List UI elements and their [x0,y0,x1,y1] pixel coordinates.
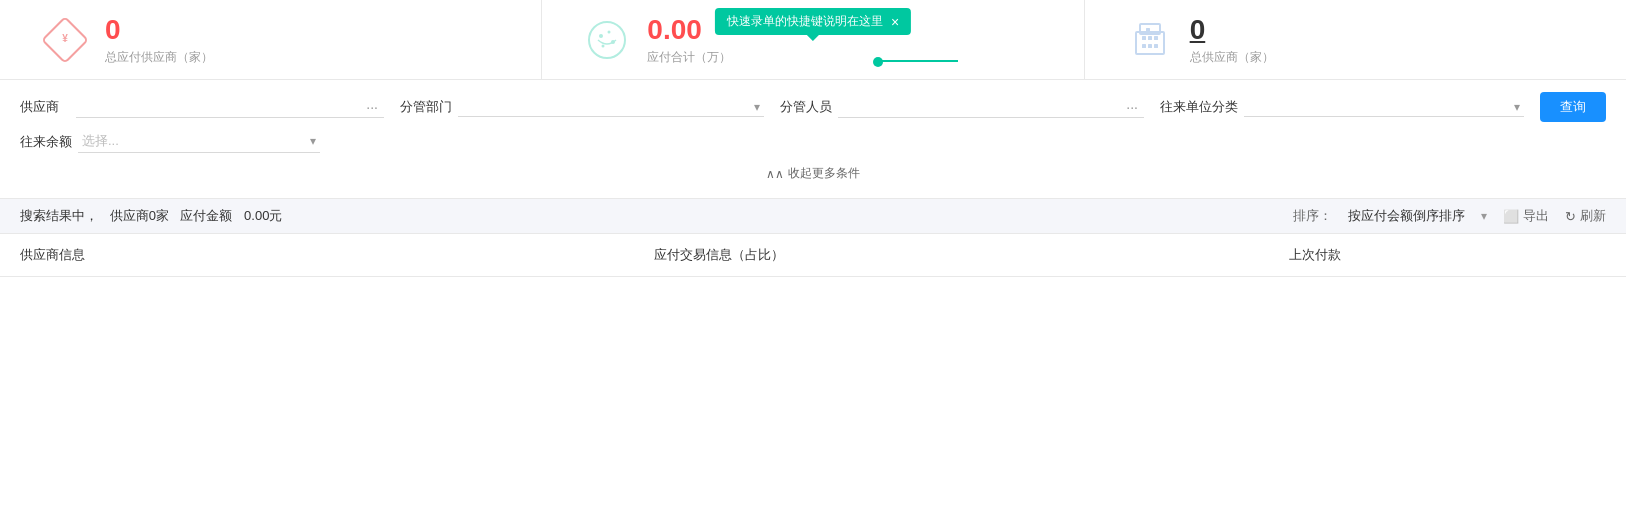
stat-suppliers-payable: ¥ 0 总应付供应商（家） [0,0,542,79]
stats-bar: ¥ 0 总应付供应商（家） 0.00 应付合计（万） 快速录单的快捷键说明在这里 [0,0,1626,80]
refresh-label: 刷新 [1580,207,1606,225]
filter-supplier: 供应商 ··· [20,97,384,118]
category-chevron-icon: ▾ [1514,100,1520,114]
department-chevron-icon: ▾ [754,100,760,114]
table-header: 供应商信息 应付交易信息（占比） 上次付款 [0,234,1626,277]
results-suppliers-count: 供应商0家 [110,208,169,223]
sort-value[interactable]: 按应付会额倒序排序 [1348,207,1465,225]
filter-person: 分管人员 ··· [780,97,1144,118]
tooltip-line [878,60,958,62]
svg-point-3 [599,34,603,38]
stat-total-suppliers: 0 总供应商（家） [1085,0,1626,79]
table-body [0,277,1626,515]
person-more-btn[interactable]: ··· [1124,99,1140,115]
svg-point-6 [602,44,605,47]
stat-number-payable: 0 [105,13,213,47]
supplier-label: 供应商 [20,98,70,116]
category-select-wrap[interactable]: ▾ [1244,98,1524,117]
filter-department: 分管部门 ▾ [400,98,764,117]
svg-rect-10 [1148,36,1152,40]
refresh-icon: ↻ [1565,209,1576,224]
sort-chevron-icon[interactable]: ▾ [1481,209,1487,223]
building-icon [1125,15,1175,65]
collapse-up-icon: ∧∧ [766,167,784,181]
results-amount-value: 0.00元 [244,208,282,223]
svg-rect-12 [1142,44,1146,48]
supplier-input[interactable] [80,99,364,114]
balance-select-wrap[interactable]: 选择... ▾ [78,130,320,153]
person-input-wrap[interactable]: ··· [838,97,1144,118]
stat-number-suppliers: 0 [1190,13,1274,47]
export-btn[interactable]: ⬜ 导出 [1503,207,1549,225]
stat-payable-total: 0.00 应付合计（万） 快速录单的快捷键说明在这里 × [542,0,1084,79]
svg-rect-14 [1154,44,1158,48]
refresh-btn[interactable]: ↻ 刷新 [1565,207,1606,225]
svg-rect-7 [1136,32,1164,54]
results-prefix: 搜索结果中， [20,208,98,223]
supplier-more-btn[interactable]: ··· [364,99,380,115]
svg-rect-9 [1142,36,1146,40]
balance-chevron-icon: ▾ [310,134,316,148]
stat-label-suppliers: 总供应商（家） [1190,49,1274,66]
filter-row-1: 供应商 ··· 分管部门 ▾ 分管人员 ··· 往来单位分类 [20,92,1606,122]
category-label: 往来单位分类 [1160,98,1238,116]
query-button[interactable]: 查询 [1540,92,1606,122]
cookie-icon [582,15,632,65]
col-supplier-info: 供应商信息 [20,246,654,264]
balance-label: 往来余额 [20,133,72,151]
filter-category: 往来单位分类 ▾ [1160,98,1524,117]
results-bar: 搜索结果中， 供应商0家 应付金额 0.00元 排序： 按应付会额倒序排序 ▾ … [0,199,1626,234]
filter-row-2: 往来余额 选择... ▾ [20,130,1606,153]
tooltip-dot [873,57,883,67]
svg-text:¥: ¥ [62,33,68,44]
stat-label-payable: 总应付供应商（家） [105,49,213,66]
svg-rect-15 [1146,28,1150,32]
svg-rect-13 [1148,44,1152,48]
stat-label-total: 应付合计（万） [647,49,731,66]
collapse-label: 收起更多条件 [788,165,860,182]
tooltip-text: 快速录单的快捷键说明在这里 [727,13,883,30]
collapse-row: ∧∧ 收起更多条件 [20,161,1606,190]
col-transaction-info: 应付交易信息（占比） [654,246,1288,264]
svg-rect-11 [1154,36,1158,40]
tooltip-close-btn[interactable]: × [891,15,899,29]
filter-balance: 往来余额 选择... ▾ [20,130,320,153]
supplier-input-wrap[interactable]: ··· [76,97,384,118]
svg-point-4 [608,30,611,33]
person-label: 分管人员 [780,98,832,116]
filter-bar: 供应商 ··· 分管部门 ▾ 分管人员 ··· 往来单位分类 [0,80,1626,199]
results-actions: 排序： 按应付会额倒序排序 ▾ ⬜ 导出 ↻ 刷新 [1293,207,1606,225]
results-info: 搜索结果中， 供应商0家 应付金额 0.00元 [20,207,290,225]
department-label: 分管部门 [400,98,452,116]
export-label: 导出 [1523,207,1549,225]
diamond-icon: ¥ [40,15,90,65]
balance-placeholder: 选择... [82,132,310,150]
results-amount-label: 应付金额 [180,208,232,223]
col-last-payment: 上次付款 [1289,246,1606,264]
export-icon: ⬜ [1503,209,1519,224]
collapse-btn[interactable]: ∧∧ 收起更多条件 [766,165,860,182]
sort-label: 排序： [1293,207,1332,225]
quick-entry-tooltip: 快速录单的快捷键说明在这里 × [715,8,911,35]
svg-point-2 [589,22,625,58]
person-input[interactable] [842,99,1124,114]
department-select-wrap[interactable]: ▾ [458,98,764,117]
